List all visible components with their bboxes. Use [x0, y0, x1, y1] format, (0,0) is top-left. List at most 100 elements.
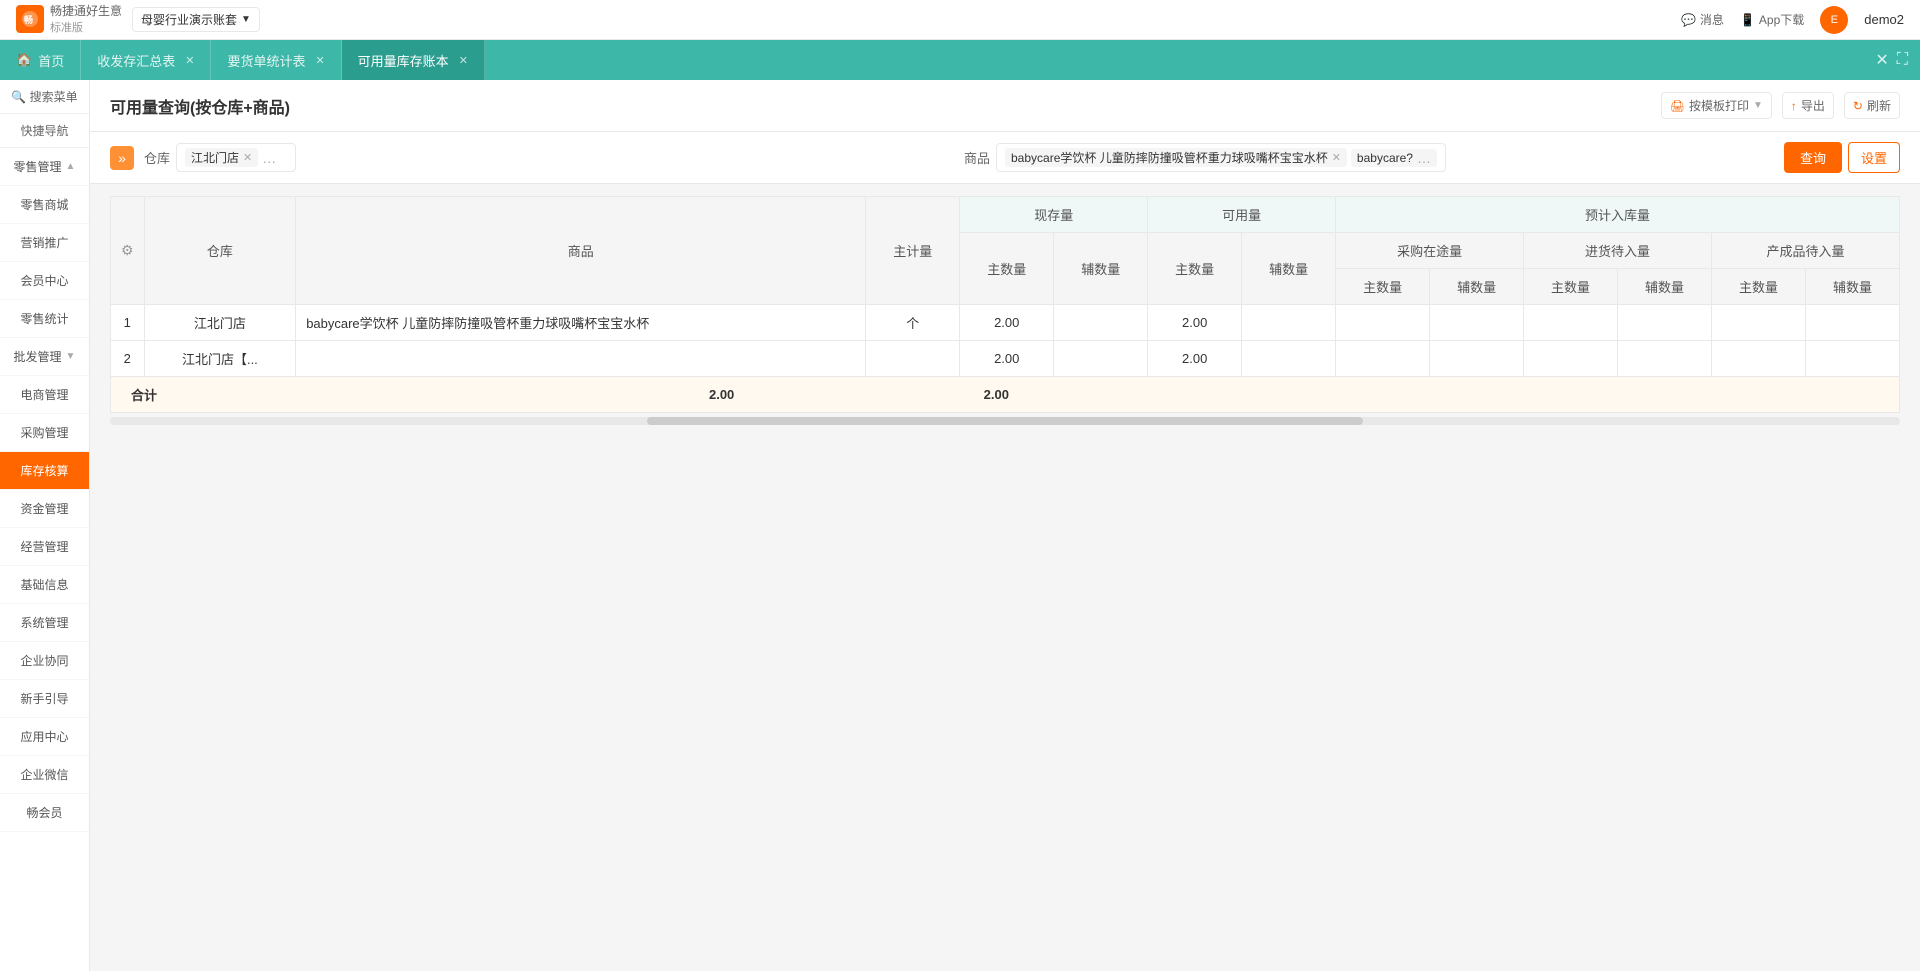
- sidebar-item-member-center[interactable]: 会员中心: [0, 262, 89, 300]
- cell-incoming-main: [1524, 341, 1618, 377]
- content-area: 可用量查询(按仓库+商品) 🖨 按模板打印 ▼ ↑ 导出 ↻ 刷新: [90, 80, 1920, 971]
- warehouse-tag-close[interactable]: ✕: [243, 151, 252, 164]
- sidebar-search-label: 搜索菜单: [30, 90, 78, 104]
- cell-index: 2: [111, 341, 145, 377]
- warehouse-input[interactable]: 江北门店 ✕ …: [176, 143, 296, 172]
- setting-button[interactable]: 设置: [1848, 142, 1900, 173]
- sidebar-item-marketing[interactable]: 营销推广: [0, 224, 89, 262]
- filter-expand-btn[interactable]: »: [110, 146, 134, 170]
- print-btn[interactable]: 🖨 按模板打印 ▼: [1661, 92, 1772, 119]
- sidebar-item-guide-label: 新手引导: [20, 690, 68, 707]
- sidebar-item-wechat[interactable]: 企业微信: [0, 756, 89, 794]
- scrollbar-thumb[interactable]: [647, 417, 1363, 425]
- cell-finished-aux: [1805, 305, 1899, 341]
- th-finished-aux: 辅数量: [1805, 269, 1899, 305]
- horizontal-scrollbar[interactable]: [110, 417, 1900, 425]
- logo-main-text: 畅捷通好生意: [50, 4, 122, 18]
- sidebar-item-member-label: 畅会员: [26, 804, 62, 821]
- cell-incoming-aux: [1618, 341, 1712, 377]
- goods-tag-1-close[interactable]: ✕: [1332, 151, 1341, 164]
- sidebar-item-retail-mgmt-label: 零售管理: [14, 158, 62, 175]
- sidebar-item-ecommerce-label: 电商管理: [20, 386, 68, 403]
- filter-warehouse-group: 仓库 江北门店 ✕ …: [144, 143, 954, 172]
- print-label: 按模板打印: [1689, 97, 1749, 114]
- tab-order-stats-close[interactable]: ✕: [315, 54, 324, 67]
- sidebar-item-retail-stats[interactable]: 零售统计: [0, 300, 89, 338]
- sidebar-search[interactable]: 🔍 搜索菜单: [0, 80, 89, 114]
- sidebar-item-system[interactable]: 系统管理: [0, 604, 89, 642]
- table-settings-icon[interactable]: ⚙: [121, 242, 134, 258]
- search-icon: 🔍: [11, 90, 26, 104]
- sidebar-quick-nav[interactable]: 快捷导航: [0, 114, 89, 148]
- message-icon: 💬: [1681, 13, 1696, 27]
- th-stock-main: 主数量: [960, 233, 1054, 305]
- sidebar-item-app-center-label: 应用中心: [20, 728, 68, 745]
- cell-avail-main: 2.00: [1148, 305, 1242, 341]
- svg-text:畅: 畅: [24, 14, 33, 25]
- cell-finished-main: [1712, 341, 1806, 377]
- sidebar-item-member[interactable]: 畅会员: [0, 794, 89, 832]
- tab-home[interactable]: 🏠 首页: [0, 40, 81, 80]
- sidebar-item-purchase-label: 采购管理: [20, 424, 68, 441]
- avatar: E: [1820, 6, 1848, 34]
- industry-label: 母婴行业演示账套: [141, 11, 237, 28]
- app-download-btn[interactable]: 📱 App下载: [1740, 11, 1804, 28]
- goods-tag-2: babycare? …: [1351, 149, 1437, 167]
- sidebar-item-finance[interactable]: 资金管理: [0, 490, 89, 528]
- th-warehouse: 仓库: [144, 197, 296, 305]
- sidebar-item-inventory[interactable]: 库存核算: [0, 452, 89, 490]
- sidebar-item-ecommerce[interactable]: 电商管理: [0, 376, 89, 414]
- cell-purchase-aux: [1430, 305, 1524, 341]
- cell-warehouse: 江北门店: [144, 305, 296, 341]
- tab-order-stats[interactable]: 要货单统计表 ✕: [211, 40, 341, 80]
- main-layout: 🔍 搜索菜单 快捷导航 零售管理 ▲ 零售商城 营销推广 会员中心 零售统计 批…: [0, 80, 1920, 971]
- footer-avail-main-total: 2.00: [956, 387, 1036, 402]
- refresh-btn[interactable]: ↻ 刷新: [1844, 92, 1900, 119]
- query-button[interactable]: 查询: [1784, 142, 1842, 173]
- tab-receive-summary-close[interactable]: ✕: [185, 54, 194, 67]
- user-name[interactable]: demo2: [1864, 12, 1904, 27]
- goods-ellipsis[interactable]: …: [1417, 150, 1431, 166]
- tab-available-ledger-label: 可用量库存账本: [358, 51, 449, 70]
- sidebar-item-app-center[interactable]: 应用中心: [0, 718, 89, 756]
- home-icon: 🏠: [16, 52, 32, 68]
- cell-purchase-main: [1336, 341, 1430, 377]
- sidebar-item-basics[interactable]: 基础信息: [0, 566, 89, 604]
- industry-selector[interactable]: 母婴行业演示账套 ▼: [132, 7, 260, 32]
- sidebar-item-retail-mall[interactable]: 零售商城: [0, 186, 89, 224]
- message-btn[interactable]: 💬 消息: [1681, 11, 1724, 28]
- th-incoming-pending: 进货待入量: [1524, 233, 1712, 269]
- cell-warehouse: 江北门店【...: [144, 341, 296, 377]
- tab-receive-summary[interactable]: 收发存汇总表 ✕: [81, 40, 211, 80]
- sidebar-item-retail-mgmt[interactable]: 零售管理 ▲: [0, 148, 89, 186]
- goods-input[interactable]: babycare学饮杯 儿童防摔防撞吸管杯重力球吸嘴杯宝宝水杯 ✕ babyca…: [996, 143, 1446, 172]
- th-purchase-aux: 辅数量: [1430, 269, 1524, 305]
- warehouse-ellipsis[interactable]: …: [262, 150, 276, 166]
- sidebar-item-purchase[interactable]: 采购管理: [0, 414, 89, 452]
- th-settings: ⚙: [111, 197, 145, 305]
- filter-bar: » 仓库 江北门店 ✕ … 商品 babycare学饮杯 儿童防摔防撞吸管杯重力…: [90, 132, 1920, 184]
- cell-avail-aux: [1242, 305, 1336, 341]
- sidebar-item-member-center-label: 会员中心: [20, 272, 68, 289]
- export-btn[interactable]: ↑ 导出: [1782, 92, 1834, 119]
- cell-main-unit: [866, 341, 960, 377]
- goods-label: 商品: [964, 148, 990, 167]
- tab-available-ledger-close[interactable]: ✕: [459, 54, 468, 67]
- fullscreen-icon[interactable]: ⛶: [1897, 51, 1908, 69]
- filter-goods-group: 商品 babycare学饮杯 儿童防摔防撞吸管杯重力球吸嘴杯宝宝水杯 ✕ bab…: [964, 143, 1774, 172]
- refresh-icon: ↻: [1853, 99, 1863, 113]
- logo: 畅 畅捷通好生意 标准版: [16, 4, 122, 34]
- sidebar-item-operations[interactable]: 经营管理: [0, 528, 89, 566]
- close-window-icon[interactable]: ✕: [1875, 50, 1888, 70]
- table-area: ⚙ 仓库 商品 主计量 现存量 可用量 预计入库量 主数量 辅数量: [90, 184, 1920, 971]
- th-finished-pending: 产成品待入量: [1712, 233, 1900, 269]
- tab-available-ledger[interactable]: 可用量库存账本 ✕: [342, 40, 485, 80]
- sidebar-item-wholesale-mgmt[interactable]: 批发管理 ▼: [0, 338, 89, 376]
- cell-incoming-main: [1524, 305, 1618, 341]
- avatar-placeholder: E: [1831, 14, 1838, 26]
- sidebar-item-guide[interactable]: 新手引导: [0, 680, 89, 718]
- cell-stock-main: 2.00: [960, 305, 1054, 341]
- sidebar-item-enterprise[interactable]: 企业协同: [0, 642, 89, 680]
- top-bar-left: 畅 畅捷通好生意 标准版 母婴行业演示账套 ▼: [16, 4, 260, 34]
- cell-avail-main: 2.00: [1148, 341, 1242, 377]
